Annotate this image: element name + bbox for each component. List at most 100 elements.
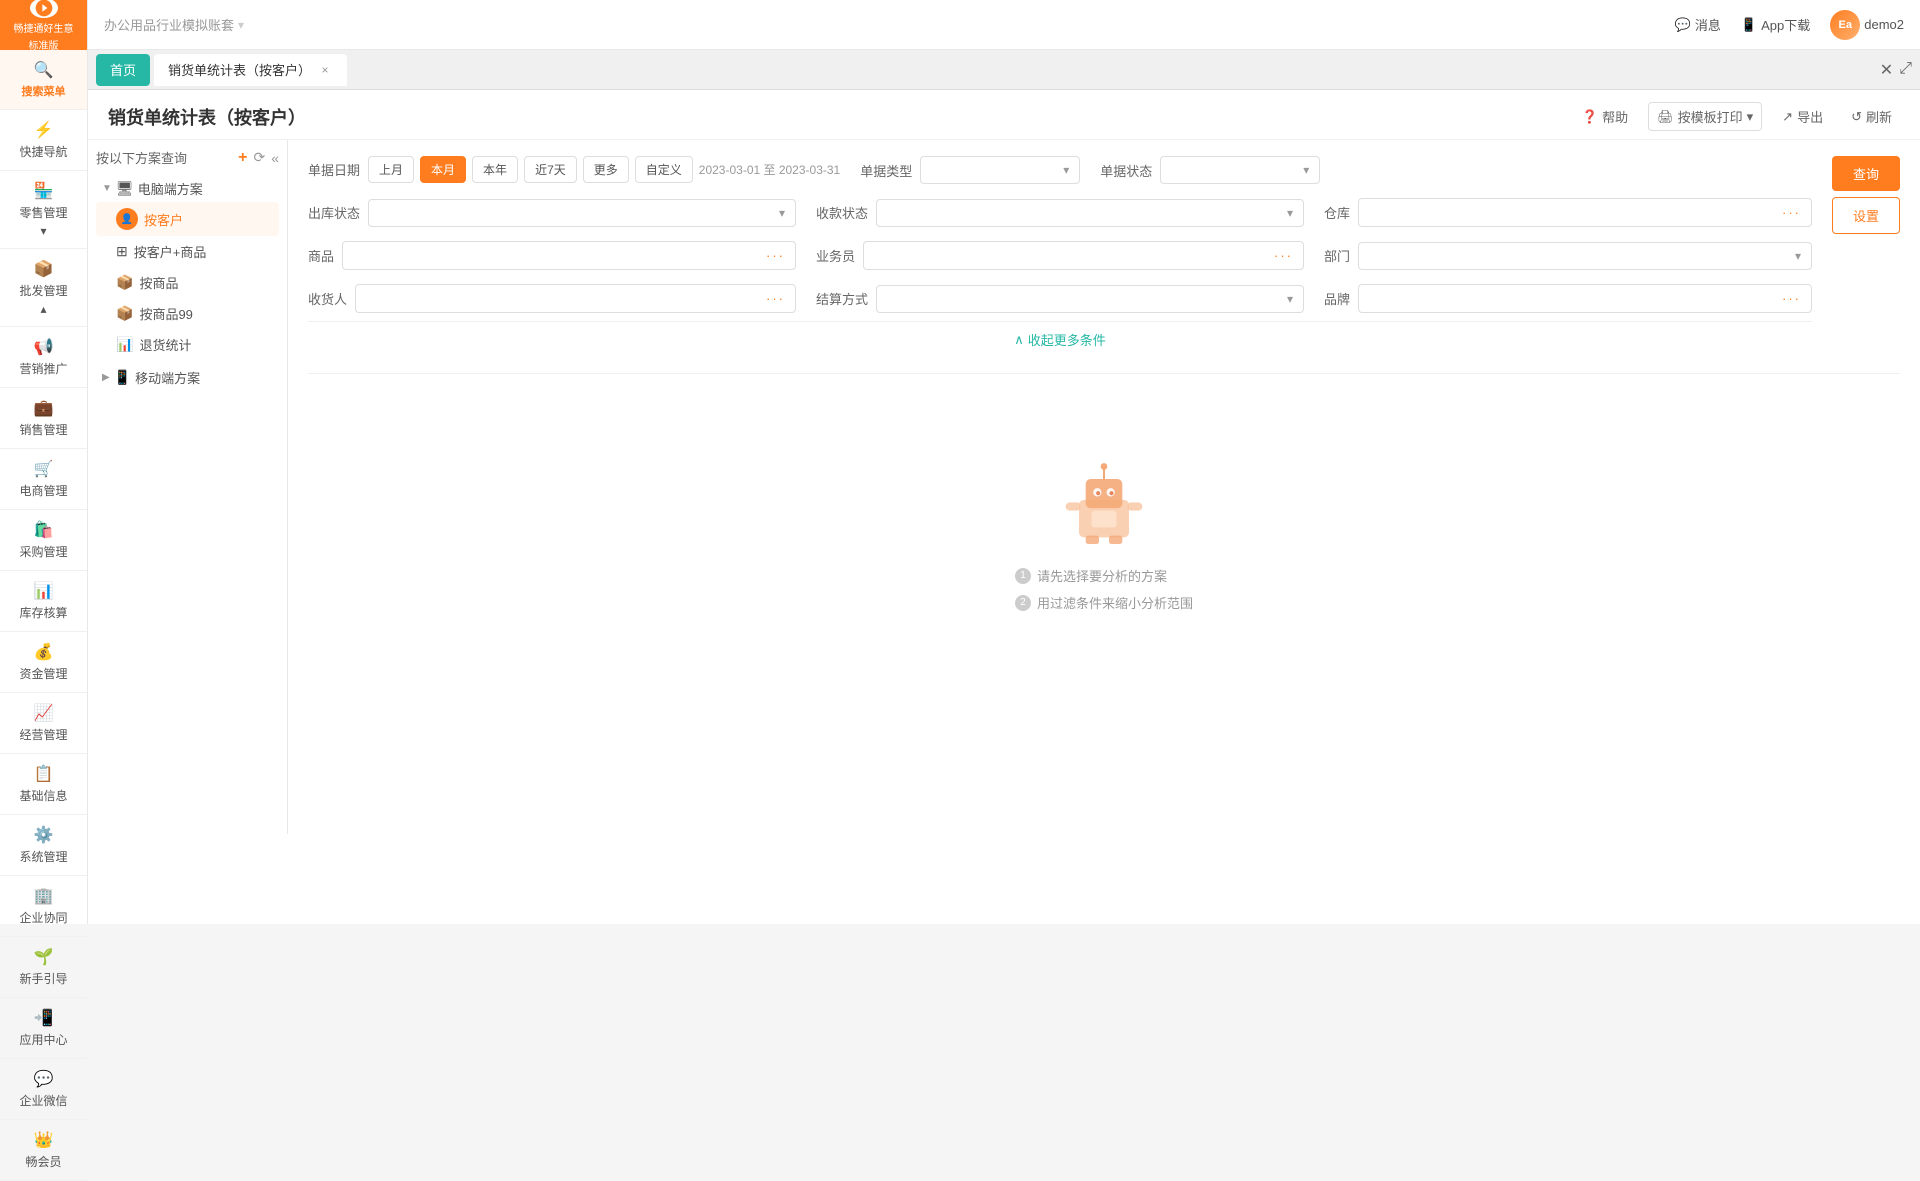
tree-group-mobile-icon: 📱: [114, 369, 131, 386]
page-header: 销货单统计表（按客户） ❓ 帮助 🖨 按模板打印 ▾ ↗ 导出: [88, 90, 1920, 140]
sidebar-item-finance[interactable]: 💰 资金管理: [0, 632, 87, 693]
tab-sales-stats[interactable]: 销货单统计表（按客户） ×: [154, 54, 347, 86]
message-button[interactable]: 💬 消息: [1675, 15, 1721, 34]
date-control: 上月 本月 本年 近7天 更多 自定义 2023-03-01 至 2023-03…: [368, 156, 840, 183]
settle-select[interactable]: ▾: [876, 285, 1304, 313]
warehouse-select[interactable]: ···: [1358, 198, 1812, 227]
inventory-icon: 📊: [34, 581, 54, 601]
help-button[interactable]: ❓ 帮助: [1574, 103, 1636, 130]
date-btn-7days[interactable]: 近7天: [524, 156, 577, 183]
main-area: 办公用品行业模拟账套 ▾ 💬 消息 📱 App下载 Ea demo2 首页: [88, 0, 1920, 924]
retail-icon: 🏪: [34, 181, 54, 201]
user-profile[interactable]: Ea demo2: [1830, 10, 1904, 40]
topbar-dropdown-icon[interactable]: ▾: [238, 18, 244, 32]
salesman-select[interactable]: ···: [863, 241, 1304, 270]
filter-and-buttons-wrapper: 单据日期 上月 本月 本年 近7天 更多 自定义 2023-03-01 至 20…: [288, 140, 1920, 834]
empty-step-1: 1 请先选择要分析的方案: [1015, 566, 1193, 585]
salesman-dots: ···: [1274, 248, 1293, 263]
pay-status-select[interactable]: ▾: [876, 199, 1304, 227]
goods-select[interactable]: ···: [342, 241, 796, 270]
sidebar-shortcuts-label: 快捷导航: [19, 143, 67, 160]
sidebar-item-search[interactable]: 🔍 搜索菜单: [0, 50, 87, 110]
brand-select[interactable]: ···: [1358, 284, 1812, 313]
sidebar: 畅捷通好生意 标准版 🔍 搜索菜单 ⚡ 快捷导航 🏪 零售管理 ▾ 📦 批发管理…: [0, 0, 88, 924]
filter-brand-group: 品牌 ···: [1324, 284, 1812, 313]
status-select[interactable]: ▾: [1160, 156, 1320, 184]
warehouse-label: 仓库: [1324, 203, 1350, 222]
help-label: 帮助: [1602, 107, 1628, 126]
tree-item-customer-goods-label: 按客户+商品: [134, 242, 273, 261]
window-close-icon[interactable]: ✕: [1880, 60, 1893, 80]
topbar-right: 💬 消息 📱 App下载 Ea demo2: [1675, 10, 1904, 40]
tree-item-by-goods99[interactable]: 📦 按商品99: [96, 298, 279, 329]
scheme-refresh-button[interactable]: ⟳: [253, 149, 265, 166]
print-label: 按模板打印: [1678, 107, 1743, 126]
collapse-conditions-button[interactable]: ∧ 收起更多条件: [308, 321, 1812, 357]
date-btn-current-month[interactable]: 本月: [420, 156, 466, 183]
sidebar-marketing-label: 营销推广: [19, 360, 67, 377]
refresh-button[interactable]: ↺ 刷新: [1843, 103, 1900, 130]
step-2-text: 用过滤条件来缩小分析范围: [1037, 593, 1193, 612]
type-select[interactable]: ▾: [920, 156, 1080, 184]
tab-close-button[interactable]: ×: [317, 62, 333, 78]
query-button[interactable]: 查询: [1832, 156, 1900, 191]
system-icon: ⚙️: [34, 825, 54, 845]
tab-home[interactable]: 首页: [96, 54, 150, 86]
sidebar-item-appcenter[interactable]: 📲 应用中心: [0, 998, 87, 1059]
sidebar-item-basic[interactable]: 📋 基础信息: [0, 754, 87, 815]
export-label: 导出: [1797, 107, 1823, 126]
pay-status-dropdown-icon: ▾: [1287, 206, 1293, 220]
tree-item-by-goods[interactable]: 📦 按商品: [96, 267, 279, 298]
out-status-select[interactable]: ▾: [368, 199, 796, 227]
sidebar-inventory-label: 库存核算: [19, 604, 67, 621]
sidebar-item-marketing[interactable]: 📢 营销推广: [0, 327, 87, 388]
sidebar-enterprise-label: 企业协同: [19, 909, 67, 926]
tree-item-return-stats-label: 退货统计: [139, 335, 273, 354]
sidebar-item-ecommerce[interactable]: 🛒 电商管理: [0, 449, 87, 510]
sidebar-item-wechat[interactable]: 💬 企业微信: [0, 1059, 87, 1120]
dept-select[interactable]: ▾: [1358, 242, 1812, 270]
sidebar-item-newbie[interactable]: 🌱 新手引导: [0, 937, 87, 998]
sidebar-item-enterprise[interactable]: 🏢 企业协同: [0, 876, 87, 937]
scheme-header: 按以下方案查询 + ⟳ «: [96, 148, 279, 167]
refresh-icon: ↺: [1851, 109, 1862, 125]
sidebar-item-purchase[interactable]: 🛍️ 采购管理: [0, 510, 87, 571]
export-button[interactable]: ↗ 导出: [1774, 103, 1831, 130]
tree-item-return-stats[interactable]: 📊 退货统计: [96, 329, 279, 360]
ecommerce-icon: 🛒: [34, 459, 54, 479]
sidebar-member-label: 畅会员: [25, 1153, 61, 1170]
date-btn-more[interactable]: 更多: [583, 156, 629, 183]
scheme-add-button[interactable]: +: [238, 149, 247, 167]
filter-panel: 单据日期 上月 本月 本年 近7天 更多 自定义 2023-03-01 至 20…: [288, 140, 1832, 373]
tree-group-mobile-header[interactable]: ▶ 📱 移动端方案: [96, 364, 279, 391]
date-btn-current-year[interactable]: 本年: [472, 156, 518, 183]
sidebar-item-member[interactable]: 👑 畅会员: [0, 1120, 87, 1181]
tree-item-by-customer[interactable]: 👤 按客户: [96, 202, 279, 236]
tree-item-by-customer-goods[interactable]: ⊞ 按客户+商品: [96, 236, 279, 267]
sidebar-item-inventory[interactable]: 📊 库存核算: [0, 571, 87, 632]
filter-salesman-group: 业务员 ···: [816, 241, 1304, 270]
logo-icon: [30, 0, 58, 18]
tree-group-desktop-header[interactable]: ▼ 🖥 电脑端方案: [96, 175, 279, 202]
receiver-label: 收货人: [308, 289, 347, 308]
tree-group-desktop: ▼ 🖥 电脑端方案 👤 按客户 ⊞ 按客户+商品: [96, 175, 279, 360]
sidebar-item-retail[interactable]: 🏪 零售管理 ▾: [0, 171, 87, 249]
settings-button[interactable]: 设置: [1832, 197, 1900, 234]
filter-row-3: 商品 ··· 业务员: [308, 241, 1812, 270]
window-expand-icon[interactable]: ⤢: [1899, 60, 1912, 80]
app-download-button[interactable]: 📱 App下载: [1741, 15, 1810, 34]
scheme-collapse-button[interactable]: «: [271, 150, 279, 166]
sidebar-item-shortcuts[interactable]: ⚡ 快捷导航: [0, 110, 87, 171]
date-btn-last-month[interactable]: 上月: [368, 156, 414, 183]
sidebar-item-system[interactable]: ⚙️ 系统管理: [0, 815, 87, 876]
sidebar-item-wholesale[interactable]: 📦 批发管理 ▴: [0, 249, 87, 327]
sidebar-item-operation[interactable]: 📈 经营管理: [0, 693, 87, 754]
page-title: 销货单统计表（按客户）: [108, 104, 306, 130]
sidebar-item-sales[interactable]: 💼 销售管理: [0, 388, 87, 449]
date-btn-custom[interactable]: 自定义: [635, 156, 693, 183]
print-button[interactable]: 🖨 按模板打印 ▾: [1648, 102, 1762, 131]
empty-state: 1 请先选择要分析的方案 2 用过滤条件来缩小分析范围: [288, 374, 1920, 692]
receiver-select[interactable]: ···: [355, 284, 796, 313]
message-icon: 💬: [1675, 17, 1691, 33]
step-2-num: 2: [1015, 595, 1031, 611]
